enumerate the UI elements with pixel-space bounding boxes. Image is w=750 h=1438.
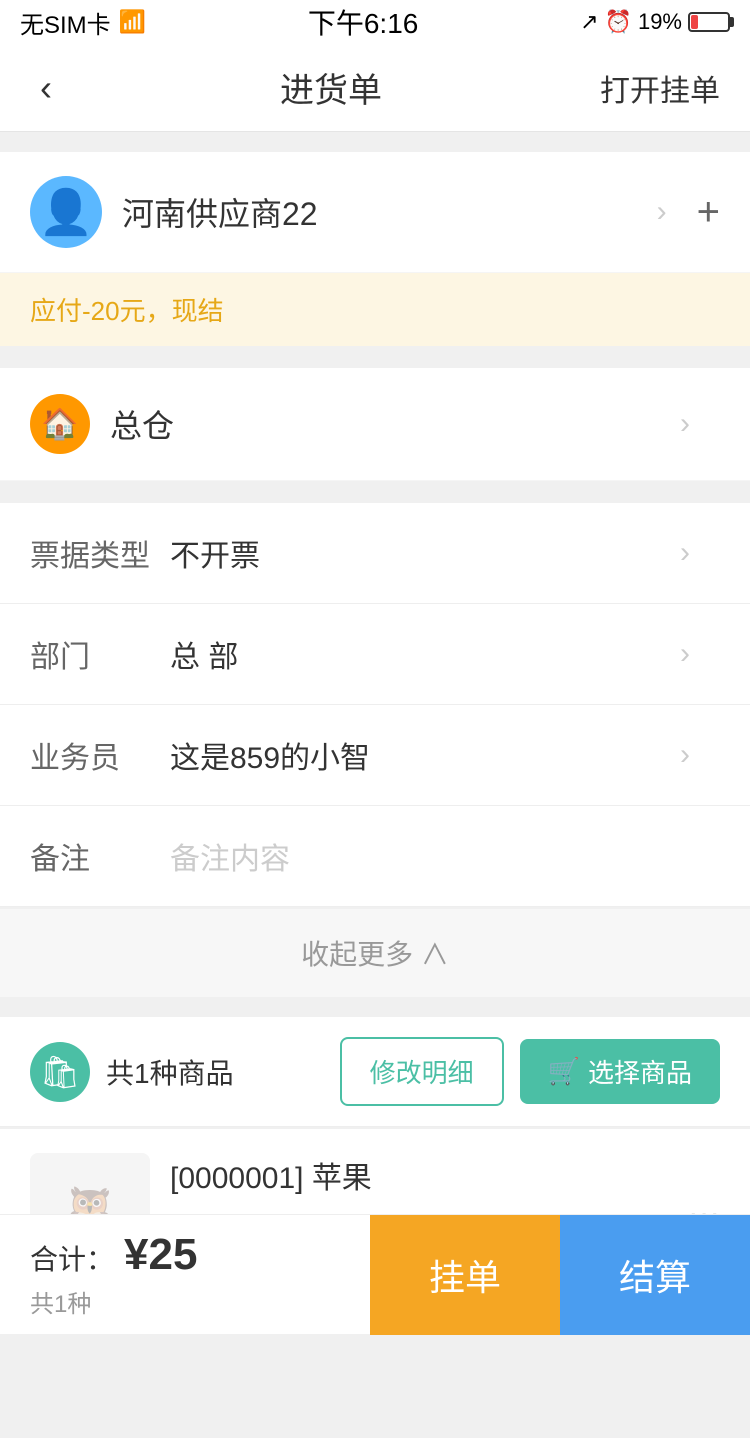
sales-row[interactable]: 业务员 这是859的小智 › [0, 705, 750, 806]
total-sub-label: 共1种 [30, 1284, 340, 1319]
alarm-icon: ⏰ [605, 9, 632, 35]
page-title: 进货单 [280, 63, 382, 112]
warehouse-row[interactable]: 🏠 总仓 › [0, 368, 750, 481]
dept-value: 总 部 [150, 632, 680, 676]
person-icon: 👤 [39, 186, 94, 238]
open-hang-button[interactable]: 打开挂单 [600, 66, 720, 110]
warehouse-card: 🏠 总仓 › [0, 368, 750, 481]
select-product-label: 选择商品 [588, 1053, 692, 1090]
back-button[interactable]: ‹ [30, 57, 62, 119]
cart-icon: 🛒 [548, 1056, 580, 1087]
wifi-icon: 📶 [119, 9, 146, 35]
product-name: [0000001] 苹果 [170, 1153, 668, 1197]
supplier-row[interactable]: 👤 河南供应商22 › + [0, 152, 750, 273]
supplier-chevron-icon: › [657, 195, 667, 229]
note-label: 备注 [30, 834, 150, 878]
divider-2 [0, 483, 750, 503]
location-icon: ↗ [580, 9, 598, 35]
divider-3 [0, 997, 750, 1017]
supplier-name: 河南供应商22 [122, 189, 657, 235]
battery-percent: 19% [638, 9, 682, 35]
warehouse-icon: 🏠 [30, 394, 90, 454]
collapse-label: 收起更多 ∧ [301, 939, 449, 970]
product-title: 苹果 [312, 1162, 372, 1195]
collapse-bar[interactable]: 收起更多 ∧ [0, 909, 750, 997]
select-product-button[interactable]: 🛒 选择商品 [520, 1039, 720, 1104]
supplier-card: 👤 河南供应商22 › + 应付-20元，现结 [0, 152, 750, 346]
status-right: ↗ ⏰ 19% [580, 9, 730, 35]
product-section-header: 🛍 共1种商品 修改明细 🛒 选择商品 [0, 1017, 750, 1127]
product-section-icon: 🛍 [30, 1042, 90, 1102]
status-bar: 无SIM卡 📶 下午6:16 ↗ ⏰ 19% [0, 0, 750, 44]
bottom-bar: 合计： ¥25 共1种 挂单 结算 [0, 1214, 750, 1334]
carrier-label: 无SIM卡 [20, 5, 111, 40]
total-label-row: 合计： ¥25 [30, 1230, 340, 1280]
total-amount: ¥25 [124, 1230, 197, 1280]
note-placeholder: 备注内容 [150, 834, 720, 878]
hang-button[interactable]: 挂单 [370, 1215, 560, 1335]
sales-value: 这是859的小智 [150, 733, 680, 777]
add-supplier-button[interactable]: + [697, 192, 720, 232]
total-section: 合计： ¥25 共1种 [0, 1230, 370, 1319]
invoice-chevron-icon: › [680, 536, 690, 570]
supplier-avatar: 👤 [30, 176, 102, 248]
warehouse-chevron-icon: › [680, 407, 690, 441]
divider-top [0, 132, 750, 152]
sales-label: 业务员 [30, 733, 150, 777]
dept-label: 部门 [30, 632, 150, 676]
edit-detail-button[interactable]: 修改明细 [340, 1037, 504, 1106]
status-time: 下午6:16 [308, 2, 419, 42]
settle-button[interactable]: 结算 [560, 1215, 750, 1335]
status-left: 无SIM卡 📶 [20, 5, 146, 40]
sales-chevron-icon: › [680, 738, 690, 772]
dept-chevron-icon: › [680, 637, 690, 671]
dept-row[interactable]: 部门 总 部 › [0, 604, 750, 705]
form-card: 票据类型 不开票 › 部门 总 部 › 业务员 这是859的小智 › 备注 备注… [0, 503, 750, 907]
warehouse-name: 总仓 [110, 401, 680, 447]
battery-icon [688, 12, 730, 32]
supplier-notice: 应付-20元，现结 [0, 273, 750, 346]
product-code: [0000001] [170, 1162, 303, 1195]
invoice-value: 不开票 [150, 531, 680, 575]
note-row[interactable]: 备注 备注内容 [0, 806, 750, 907]
product-count-label: 共1种商品 [106, 1052, 340, 1092]
product-header-row: 🛍 共1种商品 修改明细 🛒 选择商品 [0, 1017, 750, 1127]
total-text: 合计： [30, 1238, 114, 1278]
invoice-label: 票据类型 [30, 531, 150, 575]
house-icon: 🏠 [41, 407, 78, 442]
nav-bar: ‹ 进货单 打开挂单 [0, 44, 750, 132]
invoice-row[interactable]: 票据类型 不开票 › [0, 503, 750, 604]
shopping-icon: 🛍 [40, 1053, 81, 1091]
divider-1 [0, 348, 750, 368]
total-value: 25 [149, 1230, 198, 1279]
currency-prefix: ¥ [124, 1230, 148, 1279]
